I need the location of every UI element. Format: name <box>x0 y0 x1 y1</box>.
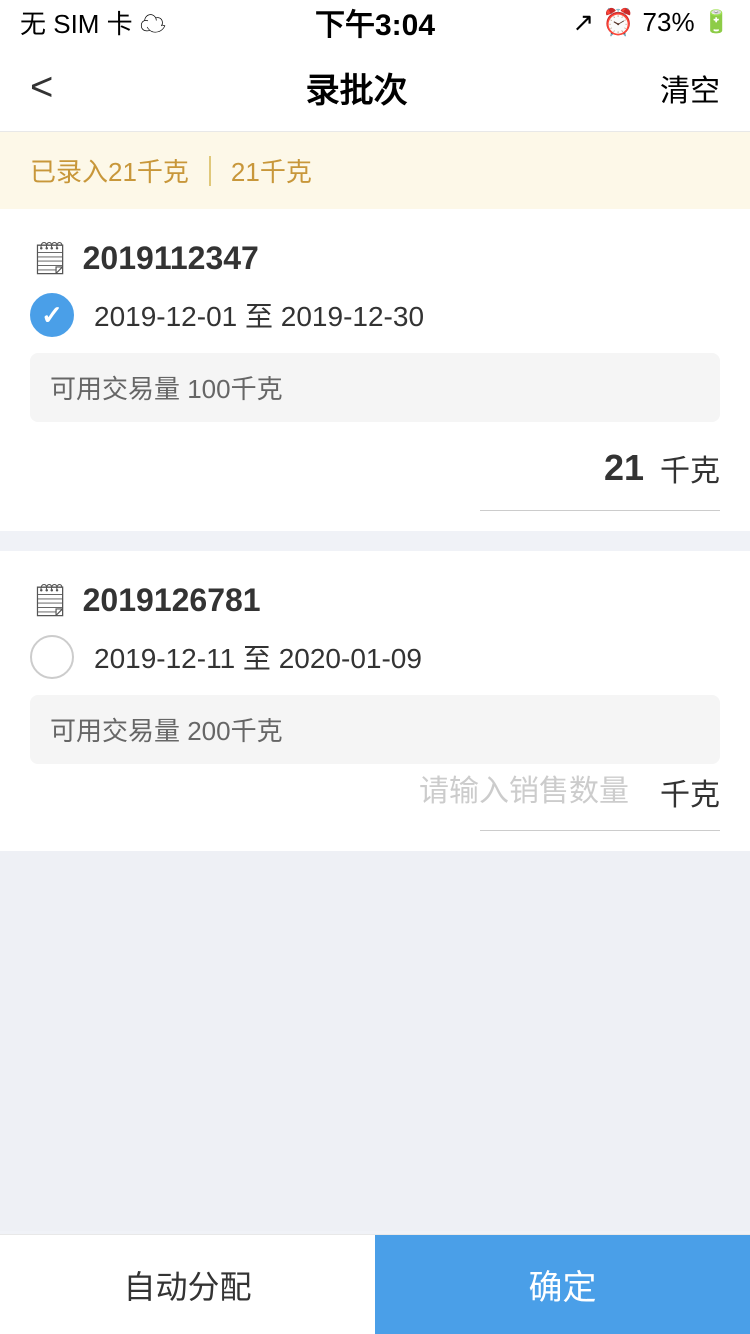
no-sim-text: 无 SIM 卡 ☁ <box>20 4 166 41</box>
batch-2-unit: 千克 <box>660 770 720 814</box>
total-amount: 21千克 <box>231 152 312 189</box>
batch-2-row: 2019-12-11 至 2020-01-09 <box>30 635 720 679</box>
batch-1-icon: 🗒 <box>30 239 71 277</box>
status-right: ↗ ⏰ 73% 🔋 <box>572 7 730 38</box>
batch-card-2: 🗒 2019126781 2019-12-11 至 2020-01-09 可用交… <box>0 551 750 851</box>
card-separator <box>0 531 750 551</box>
auto-distribute-button[interactable]: 自动分配 <box>0 1235 375 1334</box>
batch-2-date: 2019-12-11 至 2020-01-09 <box>94 637 422 677</box>
info-banner: 已录入21千克 21千克 <box>0 132 750 209</box>
clear-button[interactable]: 清空 <box>660 66 720 110</box>
alarm-icon: ⏰ <box>602 7 634 38</box>
batch-2-available: 可用交易量 200千克 <box>30 695 720 764</box>
batch-2-radio[interactable] <box>30 635 74 679</box>
status-time: 下午3:04 <box>315 0 435 44</box>
batch-2-underline <box>480 830 720 831</box>
batch-1-radio[interactable] <box>30 293 74 337</box>
status-left: 无 SIM 卡 ☁ <box>20 4 166 41</box>
batch-1-header: 🗒 2019112347 <box>30 239 720 277</box>
battery-icon: 🔋 <box>703 9 730 35</box>
batch-1-number: 2019112347 <box>83 240 259 277</box>
batch-1-row: 2019-12-01 至 2019-12-30 <box>30 293 720 337</box>
nav-bar: < 录批次 清空 <box>0 44 750 132</box>
bottom-bar: 自动分配 确定 <box>0 1234 750 1334</box>
empty-area <box>0 851 750 1231</box>
banner-divider <box>209 156 211 186</box>
batch-1-underline <box>480 510 720 511</box>
batch-2-icon: 🗒 <box>30 581 71 619</box>
battery-text: 73% <box>643 7 695 38</box>
batch-2-header: 🗒 2019126781 <box>30 581 720 619</box>
batch-card-1: 🗒 2019112347 2019-12-01 至 2019-12-30 可用交… <box>0 209 750 531</box>
batch-1-available: 可用交易量 100千克 <box>30 353 720 422</box>
batch-2-input-row: 千克 <box>30 764 720 830</box>
batch-1-date: 2019-12-01 至 2019-12-30 <box>94 295 424 335</box>
batch-1-amount-value: 21 <box>604 447 644 489</box>
batch-2-quantity-input[interactable] <box>30 775 644 809</box>
back-button[interactable]: < <box>30 65 53 110</box>
page-title: 录批次 <box>306 63 408 112</box>
recorded-amount: 已录入21千克 <box>30 152 189 189</box>
batch-2-number: 2019126781 <box>83 582 261 619</box>
batch-1-amount-unit: 千克 <box>660 446 720 490</box>
confirm-button[interactable]: 确定 <box>375 1235 750 1334</box>
location-icon: ↗ <box>572 7 594 38</box>
batch-1-amount-row: 21 千克 <box>30 422 720 510</box>
status-bar: 无 SIM 卡 ☁ 下午3:04 ↗ ⏰ 73% 🔋 <box>0 0 750 44</box>
